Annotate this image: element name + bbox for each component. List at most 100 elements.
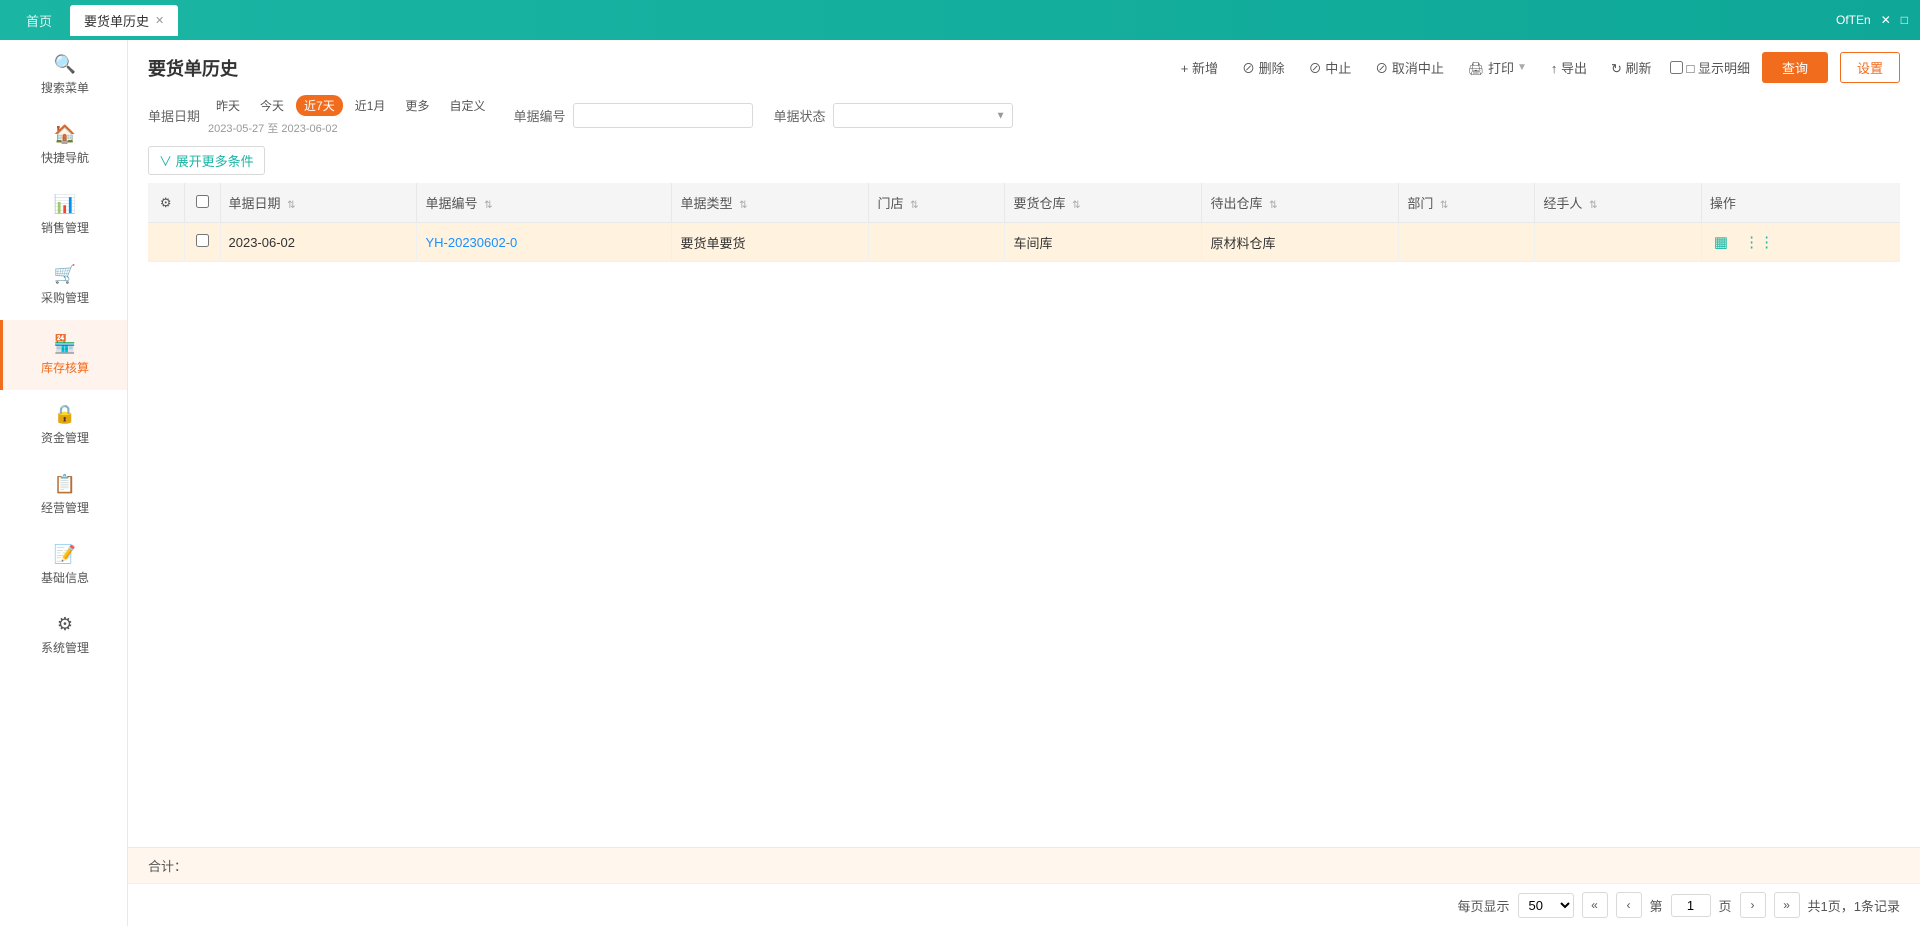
lock-icon: 🔒 <box>54 404 76 425</box>
sidebar-label-sales: 销售管理 <box>41 219 89 236</box>
sort-icon-docdate: ⇅ <box>287 200 295 211</box>
cell-department <box>1399 223 1535 262</box>
content-area: 要货单历史 + 新增 ⊘ 删除 ⊘ 中止 ⊘ 取消中止 🖨 打印 ▼ ↑ 导出 … <box>128 40 1920 926</box>
action-icons: ▦ ⋮⋮ <box>1710 231 1892 253</box>
per-page-label: 每页显示 <box>1457 896 1509 915</box>
table-footer: 合计： <box>128 847 1920 883</box>
table-container: ⚙ 单据日期 ⇅ 单据编号 ⇅ 单据类型 <box>128 183 1920 847</box>
cell-pending-warehouse: 原材料仓库 <box>1202 223 1399 262</box>
close-window-icon[interactable]: ✕ <box>1881 13 1891 27</box>
clipboard-icon: 📋 <box>54 474 76 495</box>
view-action-btn[interactable]: ▦ <box>1710 231 1732 253</box>
sidebar-label-base-info: 基础信息 <box>41 569 89 586</box>
filter-expand-row: ∨ 展开更多条件 <box>148 146 1900 175</box>
date-filter-label: 单据日期 <box>148 106 200 125</box>
data-table: ⚙ 单据日期 ⇅ 单据编号 ⇅ 单据类型 <box>148 183 1900 262</box>
cell-doc-date: 2023-06-02 <box>220 223 417 262</box>
new-button[interactable]: + 新增 <box>1175 54 1224 81</box>
expand-more-button[interactable]: ∨ 展开更多条件 <box>148 146 265 175</box>
chevron-down-icon: ▼ <box>1517 62 1527 73</box>
date-btn-custom[interactable]: 自定义 <box>441 95 493 116</box>
cell-handler <box>1535 223 1702 262</box>
search-icon: 🔍 <box>54 54 76 75</box>
top-bar-right: OfTEn ✕ □ <box>1836 13 1908 27</box>
sort-icon-docno: ⇅ <box>484 200 492 211</box>
date-btn-yesterday[interactable]: 昨天 <box>208 95 248 116</box>
print-button[interactable]: 🖨 打印 ▼ <box>1462 54 1533 81</box>
sort-icon-handler: ⇅ <box>1589 200 1597 211</box>
often-label: OfTEn <box>1836 13 1871 27</box>
sidebar-item-quick-nav[interactable]: 🏠 快捷导航 <box>0 110 127 180</box>
doc-no-link[interactable]: YH-20230602-0 <box>425 235 517 250</box>
show-detail-label: □ 显示明细 <box>1687 58 1750 77</box>
sidebar-label-purchase: 采购管理 <box>41 289 89 306</box>
page-header: 要货单历史 + 新增 ⊘ 删除 ⊘ 中止 ⊘ 取消中止 🖨 打印 ▼ ↑ 导出 … <box>128 40 1920 83</box>
col-handler[interactable]: 经手人 ⇅ <box>1535 183 1702 223</box>
maximize-icon[interactable]: □ <box>1901 13 1908 27</box>
sidebar-item-sys-mgmt[interactable]: ⚙ 系统管理 <box>0 600 127 670</box>
col-doc-no[interactable]: 单据编号 ⇅ <box>417 183 672 223</box>
sidebar: 🔍 搜索菜单 🏠 快捷导航 📊 销售管理 🛒 采购管理 🏪 库存核算 🔒 资金管… <box>0 40 128 926</box>
date-btn-7days[interactable]: 近7天 <box>296 95 343 116</box>
query-button[interactable]: 查询 <box>1762 52 1828 83</box>
filter-row-1: 单据日期 昨天 今天 近7天 近1月 更多 自定义 2023-05-27 至 2… <box>148 95 1900 136</box>
docno-input[interactable] <box>573 103 753 128</box>
more-action-btn[interactable]: ⋮⋮ <box>1740 231 1778 253</box>
cell-doc-type: 要货单要货 <box>672 223 869 262</box>
toolbar: + 新增 ⊘ 删除 ⊘ 中止 ⊘ 取消中止 🖨 打印 ▼ ↑ 导出 ↻ 刷新 □… <box>1175 52 1900 83</box>
setting-button[interactable]: 设置 <box>1840 52 1900 83</box>
delete-button[interactable]: ⊘ 删除 <box>1236 54 1291 81</box>
sidebar-item-base-info[interactable]: 📝 基础信息 <box>0 530 127 600</box>
per-page-select[interactable]: 50 100 200 <box>1518 893 1574 918</box>
top-bar: 首页 要货单历史 ✕ OfTEn ✕ □ <box>0 0 1920 40</box>
sidebar-item-finance[interactable]: 🔒 资金管理 <box>0 390 127 460</box>
sort-icon-dept: ⇅ <box>1440 200 1448 211</box>
col-settings[interactable]: ⚙ <box>148 183 184 223</box>
page-number-input[interactable] <box>1671 894 1711 917</box>
date-btn-1month[interactable]: 近1月 <box>347 95 394 116</box>
page-unit-label: 页 <box>1719 896 1732 915</box>
status-select[interactable] <box>833 103 1013 128</box>
col-doc-type[interactable]: 单据类型 ⇅ <box>672 183 869 223</box>
col-pending-warehouse[interactable]: 待出仓库 ⇅ <box>1202 183 1399 223</box>
total-info: 共1页，1条记录 <box>1808 896 1900 915</box>
sidebar-item-inventory[interactable]: 🏪 库存核算 <box>0 320 127 390</box>
col-department[interactable]: 部门 ⇅ <box>1399 183 1535 223</box>
sidebar-item-purchase[interactable]: 🛒 采购管理 <box>0 250 127 320</box>
col-actions: 操作 <box>1701 183 1900 223</box>
date-btn-today[interactable]: 今天 <box>252 95 292 116</box>
next-page-btn[interactable]: › <box>1740 892 1766 918</box>
tab-close-icon[interactable]: ✕ <box>155 14 164 27</box>
export-button[interactable]: ↑ 导出 <box>1545 54 1593 81</box>
last-page-btn[interactable]: » <box>1774 892 1800 918</box>
first-page-btn[interactable]: « <box>1582 892 1608 918</box>
gear-icon: ⚙ <box>57 614 73 635</box>
cancel-stop-button[interactable]: ⊘ 取消中止 <box>1369 54 1450 81</box>
docno-filter-label: 单据编号 <box>513 106 565 125</box>
store-icon: 🏪 <box>54 334 76 355</box>
show-detail-checkbox[interactable] <box>1670 61 1683 74</box>
doc-icon: 📝 <box>54 544 76 565</box>
select-all-checkbox[interactable] <box>196 195 209 208</box>
col-doc-date[interactable]: 单据日期 ⇅ <box>220 183 417 223</box>
date-btn-more[interactable]: 更多 <box>397 95 437 116</box>
sidebar-item-search-menu[interactable]: 🔍 搜索菜单 <box>0 40 127 110</box>
tab-requisition-history[interactable]: 要货单历史 ✕ <box>70 5 178 36</box>
page-title: 要货单历史 <box>148 55 238 81</box>
table-header-row: ⚙ 单据日期 ⇅ 单据编号 ⇅ 单据类型 <box>148 183 1900 223</box>
prev-page-btn[interactable]: ‹ <box>1616 892 1642 918</box>
col-req-warehouse[interactable]: 要货仓库 ⇅ <box>1005 183 1202 223</box>
table-row: 2023-06-02 YH-20230602-0 要货单要货 车间库 原材料仓库… <box>148 223 1900 262</box>
filter-group-docno: 单据编号 <box>513 103 753 128</box>
sidebar-label-sys-mgmt: 系统管理 <box>41 639 89 656</box>
sort-icon-doctype: ⇅ <box>739 200 747 211</box>
stop-button[interactable]: ⊘ 中止 <box>1303 54 1358 81</box>
sidebar-item-sales[interactable]: 📊 销售管理 <box>0 180 127 250</box>
row-checkbox[interactable] <box>196 234 209 247</box>
tab-home[interactable]: 首页 <box>12 5 66 36</box>
refresh-button[interactable]: ↻ 刷新 <box>1605 54 1658 81</box>
row-checkbox-cell <box>184 223 220 262</box>
sidebar-label-ops: 经营管理 <box>41 499 89 516</box>
col-store[interactable]: 门店 ⇅ <box>869 183 1005 223</box>
sidebar-item-ops[interactable]: 📋 经营管理 <box>0 460 127 530</box>
